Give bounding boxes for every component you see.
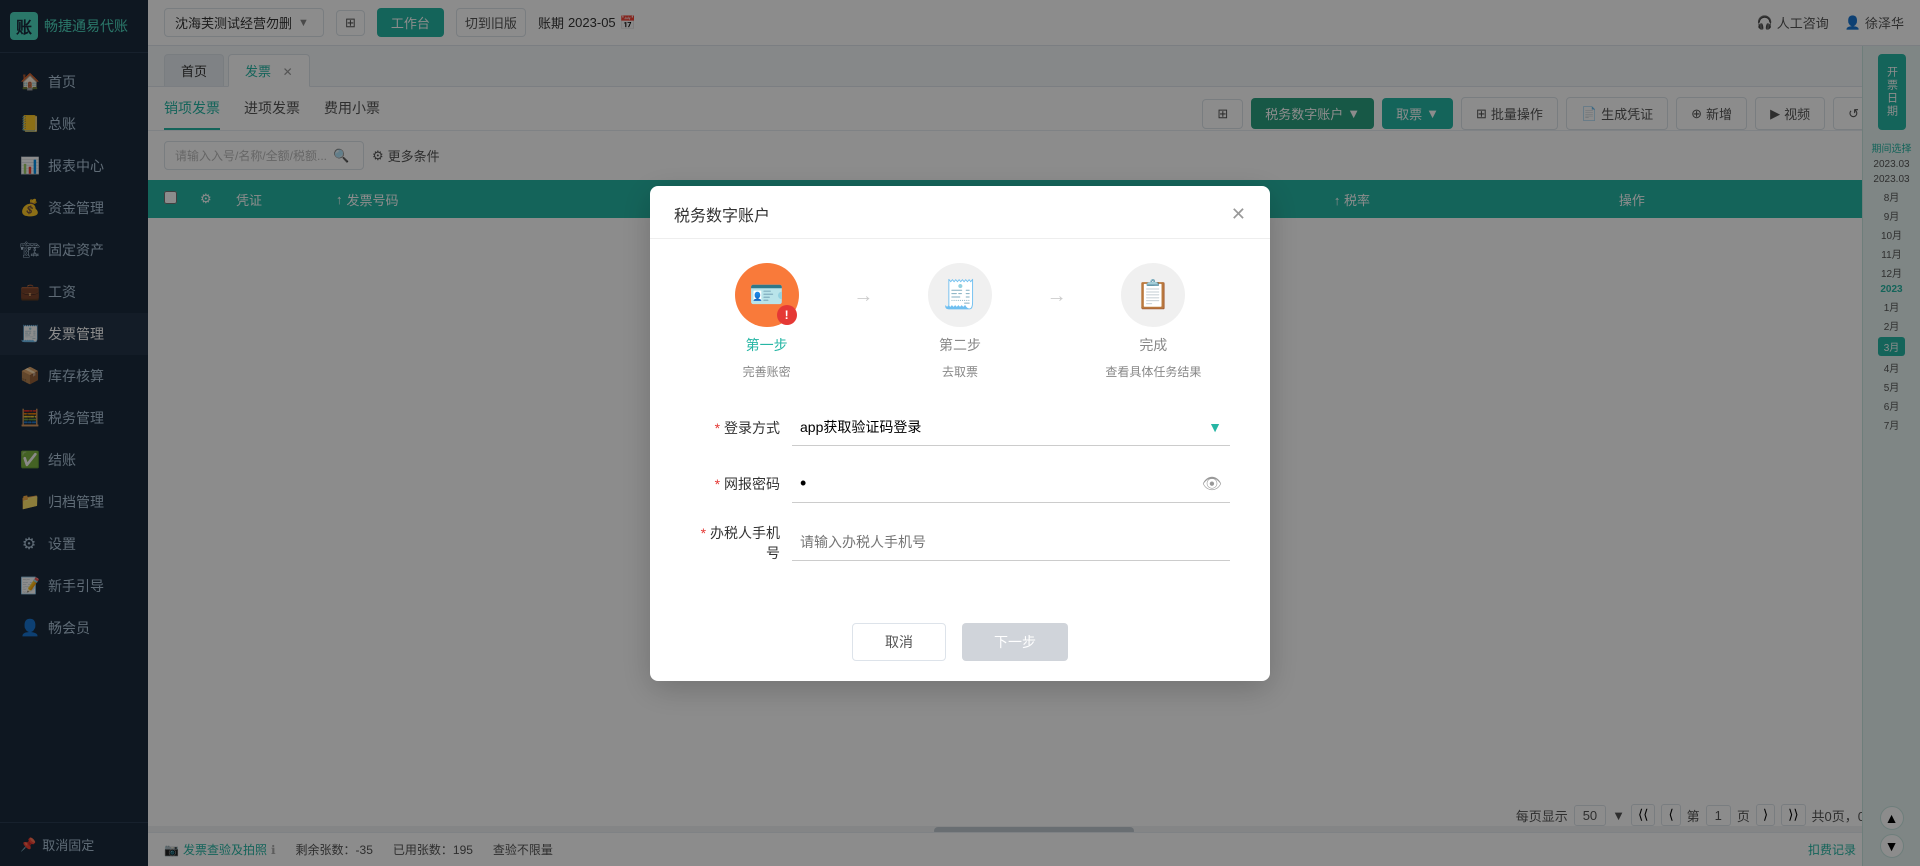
phone-label: * 办税人手机号: [690, 523, 780, 563]
step-1-badge: !: [777, 305, 797, 325]
required-star-3: *: [701, 525, 706, 541]
step-2-desc: 去取票: [942, 363, 978, 380]
tax-dialog: 税务数字账户 ✕ 🪪 ! 第一步 完善账密 →: [650, 186, 1270, 681]
required-star: *: [715, 420, 720, 436]
step-3-icon: 📋: [1136, 278, 1171, 311]
steps-indicator: 🪪 ! 第一步 完善账密 → 🧾 第二步 去取票 →: [690, 263, 1230, 380]
step-arrow-1: →: [843, 285, 883, 308]
login-method-select[interactable]: app获取验证码登录 ▼: [792, 410, 1230, 446]
step-3-desc: 查看具体任务结果: [1105, 363, 1201, 380]
step-2: 🧾 第二步 去取票: [883, 263, 1036, 380]
select-arrow-icon: ▼: [1208, 419, 1222, 435]
dialog-header: 税务数字账户 ✕: [650, 186, 1270, 239]
step-1-desc: 完善账密: [743, 363, 791, 380]
step-1-label: 第一步: [746, 335, 788, 355]
dialog-title: 税务数字账户: [674, 202, 770, 226]
next-button[interactable]: 下一步: [962, 623, 1068, 661]
password-row: * 网报密码 👁: [690, 466, 1230, 503]
step-1-icon: 🪪: [749, 278, 784, 311]
eye-toggle-icon[interactable]: 👁: [1202, 474, 1222, 494]
login-method-row: * 登录方式 app获取验证码登录 ▼: [690, 410, 1230, 446]
step-3: 📋 完成 查看具体任务结果: [1077, 263, 1230, 380]
dialog-close-button[interactable]: ✕: [1231, 205, 1246, 223]
dialog-body: 🪪 ! 第一步 完善账密 → 🧾 第二步 去取票 →: [650, 239, 1270, 607]
phone-row: * 办税人手机号: [690, 523, 1230, 563]
dialog-footer: 取消 下一步: [650, 607, 1270, 661]
step-2-icon: 🧾: [943, 278, 978, 311]
required-star-2: *: [715, 476, 720, 492]
step-1: 🪪 ! 第一步 完善账密: [690, 263, 843, 380]
dialog-overlay[interactable]: 税务数字账户 ✕ 🪪 ! 第一步 完善账密 →: [0, 0, 1920, 866]
login-method-value: app获取验证码登录: [800, 417, 921, 437]
phone-input[interactable]: [792, 525, 1230, 561]
step-3-icon-wrap: 📋: [1121, 263, 1185, 327]
password-label: * 网报密码: [690, 474, 780, 494]
step-1-icon-wrap: 🪪 !: [735, 263, 799, 327]
step-3-label: 完成: [1139, 335, 1167, 355]
step-2-icon-wrap: 🧾: [928, 263, 992, 327]
password-input[interactable]: [792, 466, 1202, 502]
password-field: 👁: [792, 466, 1230, 503]
step-2-label: 第二步: [939, 335, 981, 355]
step-arrow-2: →: [1037, 285, 1077, 308]
cancel-button[interactable]: 取消: [852, 623, 946, 661]
login-method-label: * 登录方式: [690, 418, 780, 438]
